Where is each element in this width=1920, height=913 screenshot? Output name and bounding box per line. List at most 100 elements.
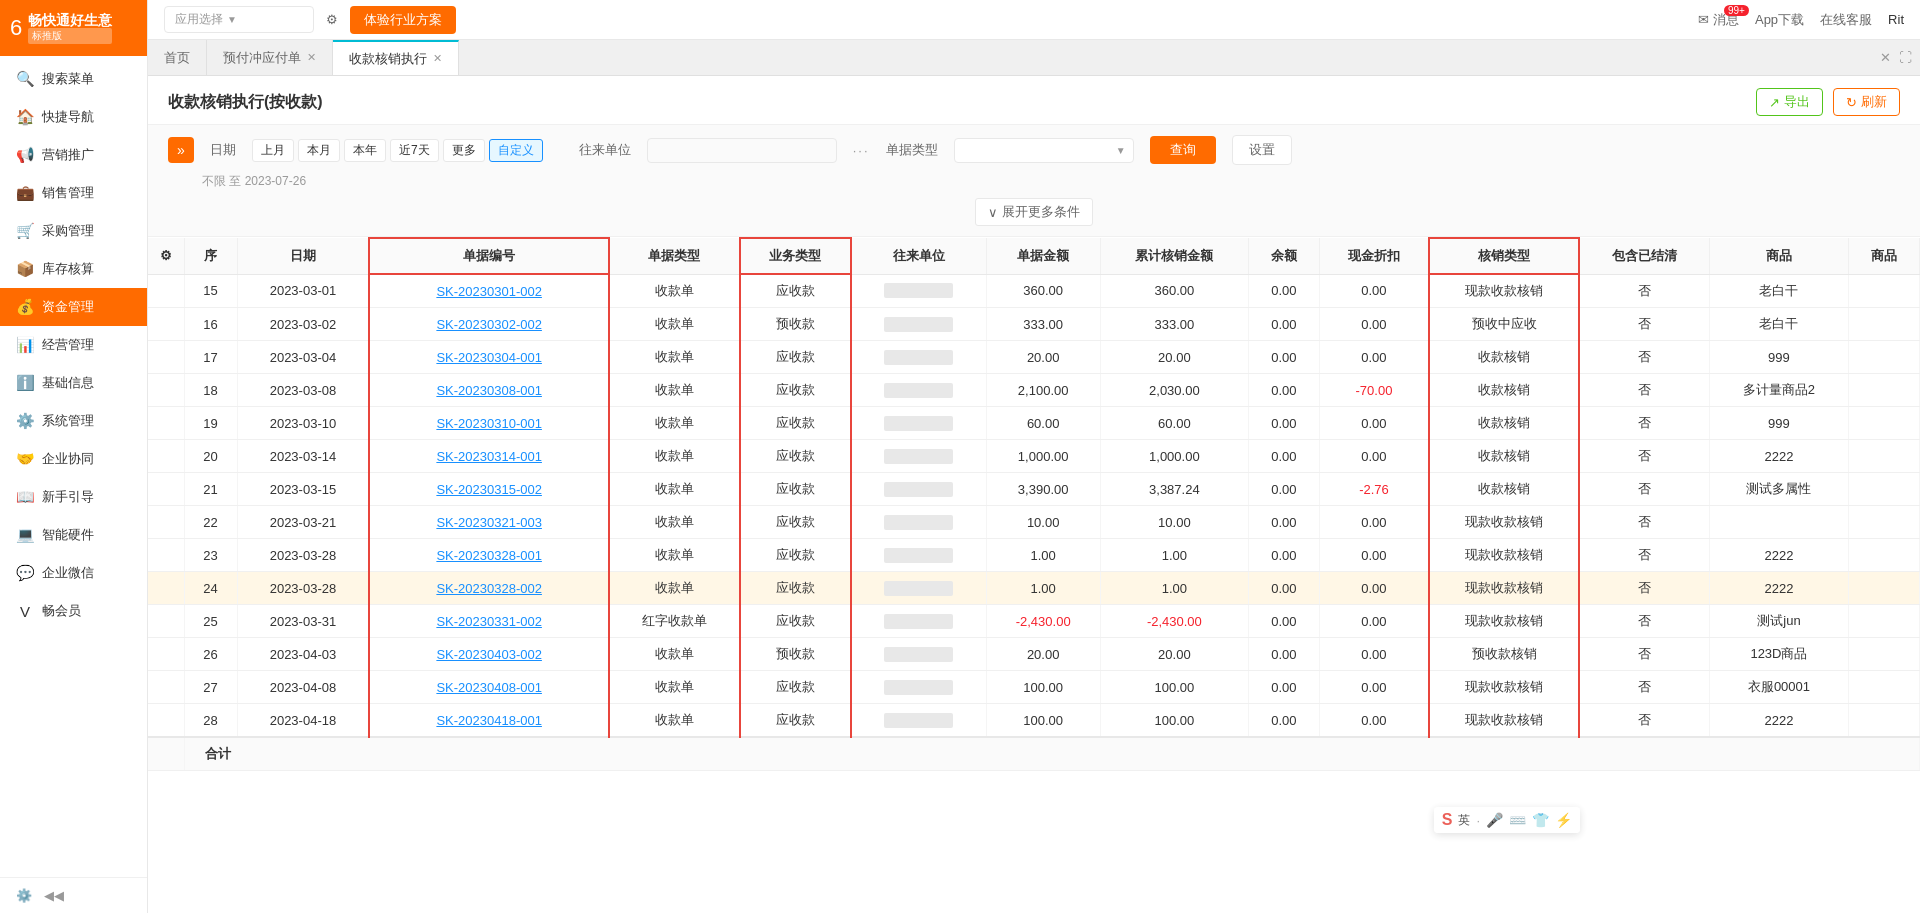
doc-no-link[interactable]: SK-20230328-001 [436,548,542,563]
doc-no-link[interactable]: SK-20230315-002 [436,482,542,497]
message-badge[interactable]: ✉ 消息 99+ [1698,11,1739,29]
table-row: 16 2023-03-02 SK-20230302-002 收款单 预收款 33… [148,308,1920,341]
query-button[interactable]: 查询 [1150,136,1216,164]
doc-no-link[interactable]: SK-20230301-002 [436,284,542,299]
cell-settings[interactable] [148,407,184,440]
doc-type-select[interactable] [954,138,1134,163]
partner-input[interactable] [647,138,837,163]
app-download-link[interactable]: App下载 [1755,11,1804,29]
th-settings[interactable]: ⚙ [148,238,184,274]
newbie-icon: 📖 [16,488,34,506]
cell-doc-no: SK-20230321-003 [369,506,609,539]
export-button[interactable]: ↗ 导出 [1756,88,1823,116]
app-select[interactable]: 应用选择 ▼ [164,6,314,33]
sidebar-item-system[interactable]: ⚙️ 系统管理 [0,402,147,440]
doc-no-link[interactable]: SK-20230328-002 [436,581,542,596]
date-buttons: 上月 本月 本年 近7天 更多 自定义 [252,139,543,162]
page-header: 收款核销执行(按收款) ↗ 导出 ↻ 刷新 [148,76,1920,125]
cell-settings[interactable] [148,671,184,704]
tab-home[interactable]: 首页 [148,40,207,75]
expand-tab-icon[interactable]: ⛶ [1899,50,1912,65]
date-btn-this-year[interactable]: 本年 [344,139,386,162]
cell-goods2 [1849,572,1920,605]
doc-no-link[interactable]: SK-20230310-001 [436,416,542,431]
sidebar-item-basics[interactable]: ℹ️ 基础信息 [0,364,147,402]
cell-settings[interactable] [148,539,184,572]
cell-settings[interactable] [148,374,184,407]
marketing-icon: 📢 [16,146,34,164]
sidebar-item-label: 企业协同 [42,450,94,468]
sidebar-item-inventory[interactable]: 📦 库存核算 [0,250,147,288]
member-icon: V [16,603,34,620]
settings-button[interactable]: 设置 [1232,135,1292,165]
sidebar-item-enterprise[interactable]: 🤝 企业协同 [0,440,147,478]
sidebar-item-label: 资金管理 [42,298,94,316]
date-btn-7days[interactable]: 近7天 [390,139,439,162]
cell-settings[interactable] [148,440,184,473]
cell-include-settled: 否 [1579,308,1709,341]
sidebar-item-member[interactable]: V 畅会员 [0,592,147,630]
sidebar-item-quick-nav[interactable]: 🏠 快捷导航 [0,98,147,136]
expand-conditions-button[interactable]: ∨ 展开更多条件 [975,198,1093,226]
cell-settings[interactable] [148,274,184,308]
cell-date: 2023-03-15 [237,473,369,506]
solution-button[interactable]: 体验行业方案 [350,6,456,34]
cell-settings[interactable] [148,308,184,341]
sidebar-item-marketing[interactable]: 📢 营销推广 [0,136,147,174]
sidebar-item-newbie[interactable]: 📖 新手引导 [0,478,147,516]
filter-toggle-button[interactable]: » [168,137,194,163]
doc-no-link[interactable]: SK-20230321-003 [436,515,542,530]
sidebar-item-finance[interactable]: 💰 资金管理 [0,288,147,326]
doc-no-link[interactable]: SK-20230314-001 [436,449,542,464]
collapse-icon[interactable]: ◀◀ [44,888,64,903]
tab-prepay[interactable]: 预付冲应付单 ✕ [207,40,333,75]
sidebar-item-operations[interactable]: 📊 经营管理 [0,326,147,364]
cell-settings[interactable] [148,572,184,605]
date-btn-more[interactable]: 更多 [443,139,485,162]
sidebar-item-sales[interactable]: 💼 销售管理 [0,174,147,212]
cell-date: 2023-04-18 [237,704,369,738]
doc-no-link[interactable]: SK-20230302-002 [436,317,542,332]
refresh-button[interactable]: ↻ 刷新 [1833,88,1900,116]
user-name[interactable]: Rit [1888,12,1904,27]
sidebar-item-label: 企业微信 [42,564,94,582]
settings-bottom-icon[interactable]: ⚙️ [16,888,32,903]
cell-settings[interactable] [148,341,184,374]
cell-balance: 0.00 [1249,539,1319,572]
cell-accum-amount: 2,030.00 [1100,374,1248,407]
doc-no-link[interactable]: SK-20230308-001 [436,383,542,398]
cell-amount: 2,100.00 [986,374,1100,407]
cell-cash-discount: 0.00 [1319,539,1429,572]
cell-settings[interactable] [148,704,184,738]
sidebar-item-hardware[interactable]: 💻 智能硬件 [0,516,147,554]
cell-settings[interactable] [148,506,184,539]
sidebar-item-wechat[interactable]: 💬 企业微信 [0,554,147,592]
doc-no-link[interactable]: SK-20230403-002 [436,647,542,662]
date-btn-custom[interactable]: 自定义 [489,139,543,162]
gear-icon[interactable]: ⚙ [322,8,342,31]
tab-collection[interactable]: 收款核销执行 ✕ [333,40,459,75]
filter-row-2: 不限 至 2023-07-26 [168,173,1900,190]
tab-prepay-close[interactable]: ✕ [307,51,316,64]
date-btn-last-month[interactable]: 上月 [252,139,294,162]
doc-no-link[interactable]: SK-20230418-001 [436,713,542,728]
cell-settings[interactable] [148,605,184,638]
cell-num: 22 [184,506,237,539]
cell-settings[interactable] [148,638,184,671]
doc-no-link[interactable]: SK-20230304-001 [436,350,542,365]
doc-no-link[interactable]: SK-20230408-001 [436,680,542,695]
cell-doc-no: SK-20230418-001 [369,704,609,738]
th-accum-amount: 累计核销金额 [1100,238,1248,274]
cell-settings[interactable] [148,473,184,506]
doc-no-link[interactable]: SK-20230331-002 [436,614,542,629]
cell-biz-type: 应收款 [740,407,851,440]
cell-doc-type: 收款单 [609,341,739,374]
date-btn-this-month[interactable]: 本月 [298,139,340,162]
online-support-link[interactable]: 在线客服 [1820,11,1872,29]
sidebar-item-purchase[interactable]: 🛒 采购管理 [0,212,147,250]
th-cancel-type: 核销类型 [1429,238,1579,274]
sidebar-item-search[interactable]: 🔍 搜索菜单 [0,60,147,98]
search-icon: 🔍 [16,70,34,88]
close-tab-icon[interactable]: ✕ [1880,50,1891,65]
tab-collection-close[interactable]: ✕ [433,52,442,65]
